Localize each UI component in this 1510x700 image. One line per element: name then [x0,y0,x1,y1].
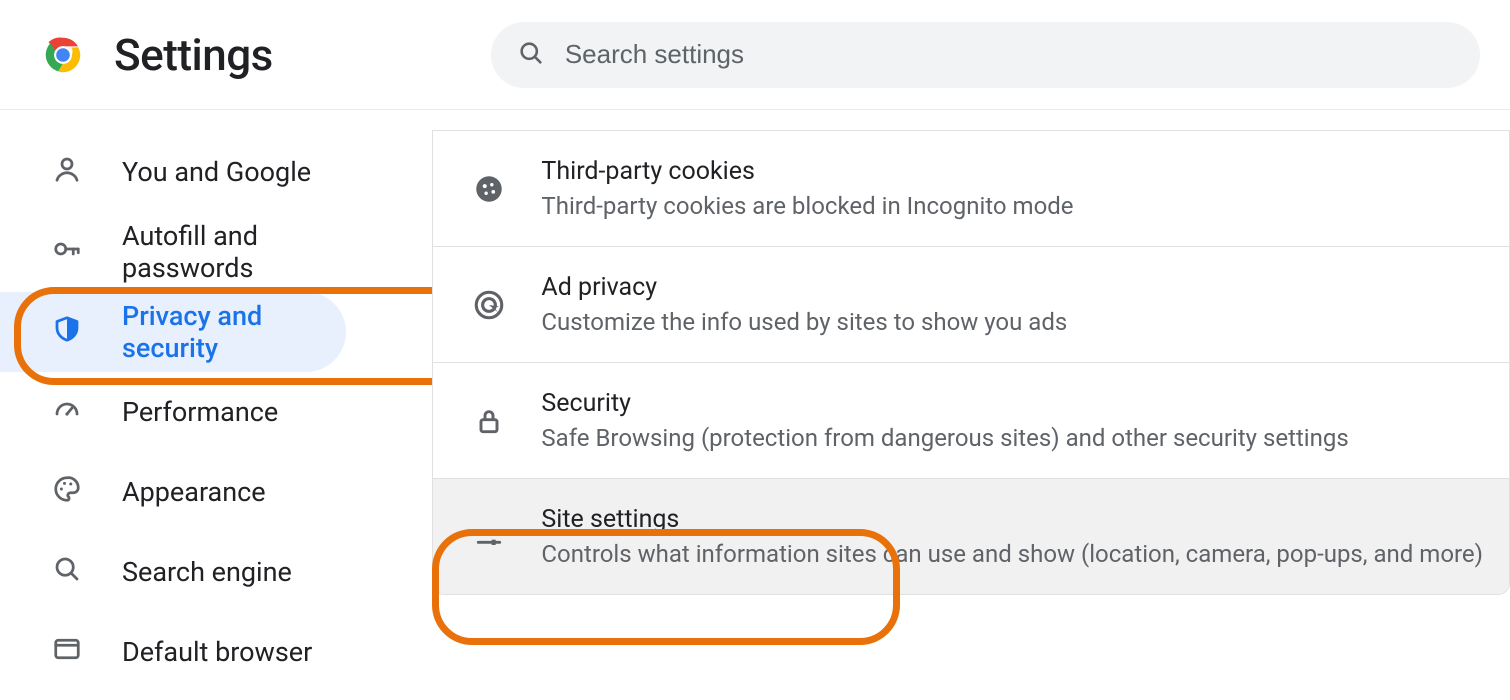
search-settings[interactable] [491,22,1480,88]
key-icon [52,234,82,271]
row-security[interactable]: Security Safe Browsing (protection from … [433,362,1509,478]
sliders-icon [471,521,507,553]
target-icon [471,288,507,322]
row-title: Site settings [541,505,1483,534]
chrome-logo-icon [40,32,86,78]
sidebar-item-performance[interactable]: Performance [0,372,346,452]
sidebar-item-label: Performance [122,396,278,428]
row-desc: Customize the info used by sites to show… [541,308,1483,336]
row-site-settings[interactable]: Site settings Controls what information … [433,478,1509,594]
row-title: Third-party cookies [541,157,1483,186]
search-icon [517,39,545,71]
search-icon [52,554,82,591]
row-desc: Controls what information sites can use … [541,540,1483,568]
palette-icon [52,474,82,511]
row-third-party-cookies[interactable]: Third-party cookies Third-party cookies … [433,130,1509,246]
sidebar: You and Google Autofill and passwords Pr… [0,110,362,700]
row-title: Ad privacy [541,273,1483,302]
shield-icon [52,314,82,351]
settings-card: Third-party cookies Third-party cookies … [432,130,1510,595]
row-desc: Safe Browsing (protection from dangerous… [541,424,1483,452]
sidebar-item-privacy-and-security[interactable]: Privacy and security [0,292,346,372]
lock-icon [471,405,507,437]
sidebar-item-label: Default browser [122,636,312,668]
main-panel: Third-party cookies Third-party cookies … [362,110,1510,700]
speedometer-icon [52,394,82,431]
sidebar-item-default-browser[interactable]: Default browser [0,612,346,692]
sidebar-item-you-and-google[interactable]: You and Google [0,132,346,212]
sidebar-item-appearance[interactable]: Appearance [0,452,346,532]
sidebar-item-autofill-and-passwords[interactable]: Autofill and passwords [0,212,346,292]
cookie-icon [471,172,507,206]
browser-icon [52,634,82,671]
sidebar-item-label: Appearance [122,476,266,508]
sidebar-item-label: Search engine [122,556,292,588]
search-input[interactable] [565,39,1454,70]
sidebar-item-label: Privacy and security [122,300,346,364]
body: You and Google Autofill and passwords Pr… [0,110,1510,700]
sidebar-item-search-engine[interactable]: Search engine [0,532,346,612]
sidebar-item-label: You and Google [122,156,311,188]
row-ad-privacy[interactable]: Ad privacy Customize the info used by si… [433,246,1509,362]
header: Settings [0,0,1510,110]
row-title: Security [541,389,1483,418]
sidebar-item-label: Autofill and passwords [122,220,346,284]
person-icon [52,154,82,191]
row-desc: Third-party cookies are blocked in Incog… [541,192,1483,220]
page-title: Settings [114,29,273,81]
